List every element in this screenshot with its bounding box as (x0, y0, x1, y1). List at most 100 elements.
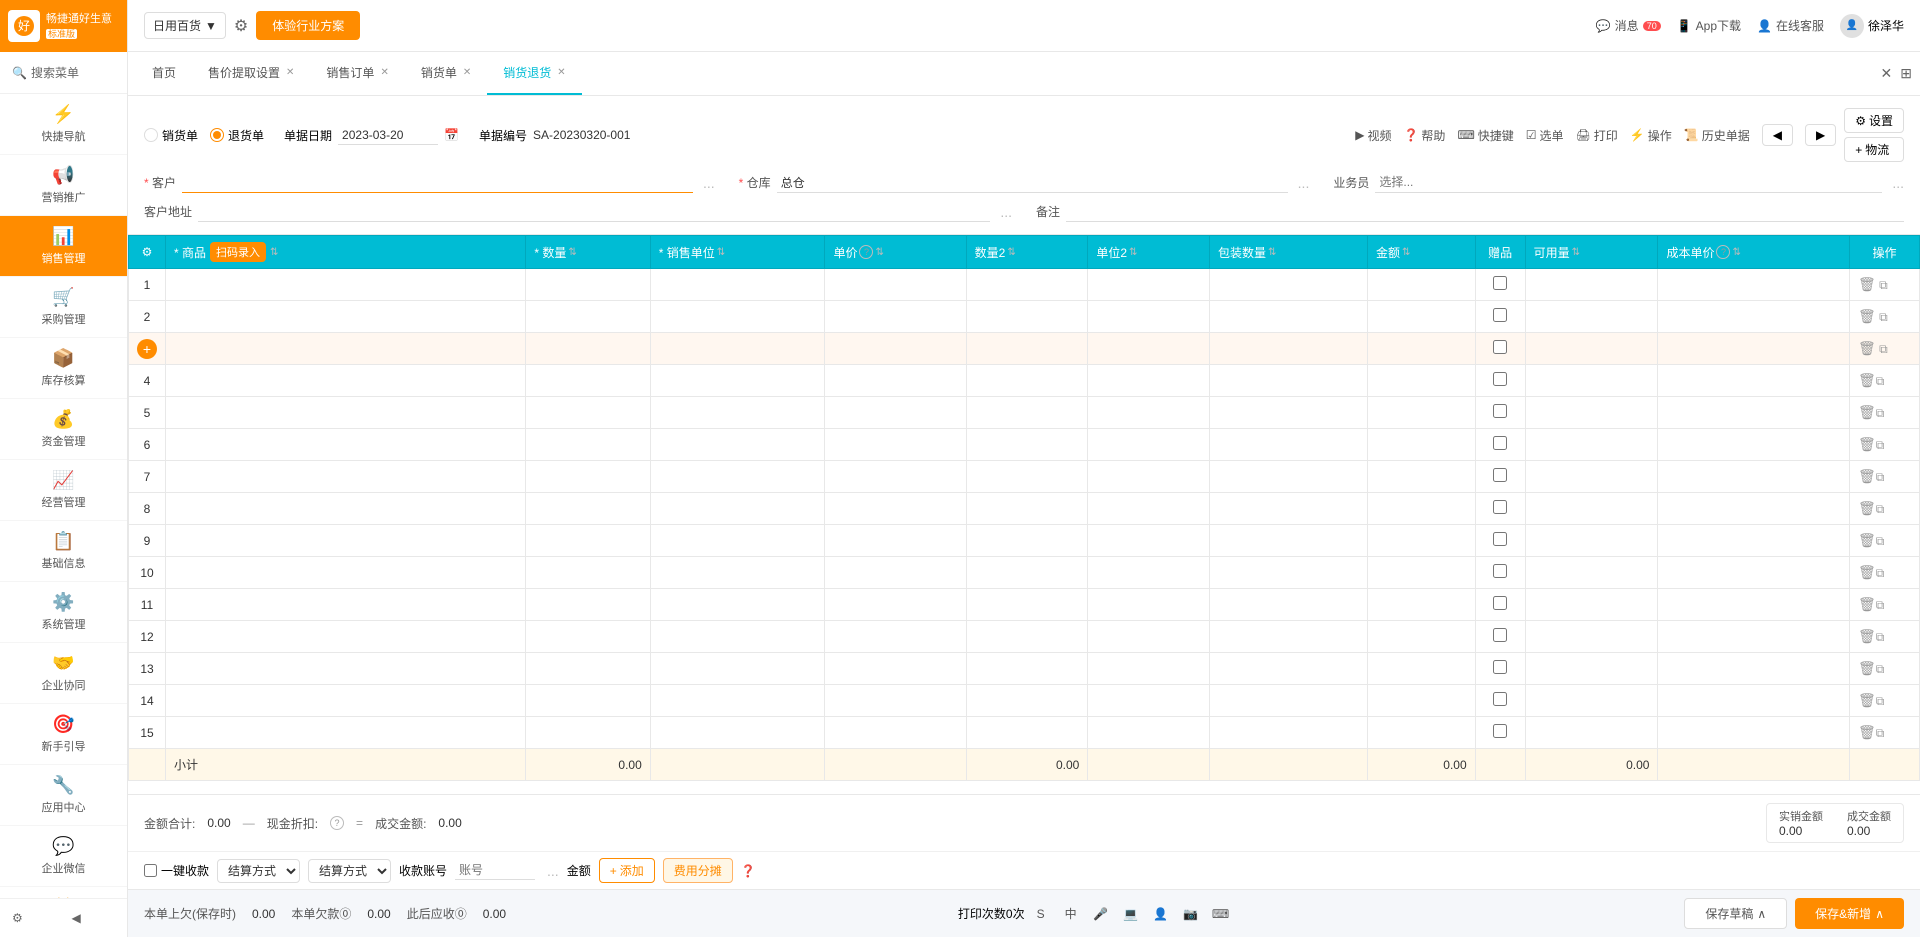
sidebar-item-purchase[interactable]: 🛒 采购管理 (0, 277, 127, 338)
add-row-button[interactable]: + (137, 339, 157, 359)
amount-sort-icon[interactable]: ⇅ (1402, 247, 1410, 258)
footer-icon-5[interactable]: 👤 (1149, 902, 1173, 926)
sidebar-item-guide[interactable]: 🎯 新手引导 (0, 704, 127, 765)
sidebar-search[interactable]: 🔍 搜索菜单 (0, 52, 127, 94)
expand-tab-button[interactable]: ⊞ (1900, 65, 1912, 82)
calendar-icon[interactable]: 📅 (444, 128, 459, 142)
pkg-sort-icon[interactable]: ⇅ (1268, 247, 1276, 258)
account-input[interactable] (455, 861, 535, 880)
copy-row-button[interactable]: ⧉ (1876, 630, 1885, 645)
product-cell[interactable] (166, 589, 526, 621)
product-cell[interactable] (166, 397, 526, 429)
delete-row-button[interactable]: 🗑 (1858, 500, 1876, 517)
tab-home[interactable]: 首页 (136, 52, 192, 95)
product-cell[interactable] (166, 365, 526, 397)
delete-row-button[interactable]: 🗑 (1858, 372, 1876, 389)
collapse-sidebar-button[interactable]: ◀ (68, 907, 120, 929)
copy-row-button[interactable]: ⧉ (1876, 470, 1885, 485)
pkg-qty-cell[interactable] (1209, 301, 1367, 333)
sidebar-item-marketing[interactable]: 📢 营销推广 (0, 155, 127, 216)
available-cell[interactable] (1525, 333, 1658, 365)
account-more-icon[interactable]: ... (547, 863, 559, 879)
tab-sale-price[interactable]: 售价提取设置 ✕ (192, 52, 310, 95)
qty2-cell[interactable] (966, 333, 1088, 365)
search-menu-button[interactable]: 🔍 搜索菜单 (8, 60, 119, 85)
copy-row-button[interactable]: ⧉ (1876, 566, 1885, 581)
price-cell[interactable] (825, 333, 966, 365)
amount-cell[interactable] (1367, 301, 1475, 333)
delete-row-button[interactable]: 🗑 (1858, 724, 1876, 741)
cash-discount-info-icon[interactable]: ? (330, 816, 344, 830)
delete-row-button[interactable]: 🗑 (1858, 404, 1876, 421)
gift-checkbox[interactable] (1493, 468, 1507, 482)
footer-icon-3[interactable]: 🎤 (1089, 902, 1113, 926)
copy-row-button[interactable]: ⧉ (1876, 662, 1885, 677)
sidebar-item-quick-nav[interactable]: ⚡ 快捷导航 (0, 94, 127, 155)
sidebar-item-basic[interactable]: 📋 基础信息 (0, 521, 127, 582)
close-tab-button[interactable]: ✕ (1881, 65, 1893, 82)
scan-button[interactable]: 扫码录入 (210, 242, 266, 262)
price-cell[interactable] (825, 301, 966, 333)
qty2-sort-icon[interactable]: ⇅ (1007, 247, 1015, 258)
product-cell[interactable] (166, 333, 526, 365)
select-toolbar-item[interactable]: ☑ 选单 (1526, 127, 1564, 144)
add-payment-button[interactable]: + 添加 (599, 858, 655, 883)
gift-checkbox[interactable] (1493, 308, 1507, 322)
product-cell[interactable] (166, 301, 526, 333)
gift-checkbox[interactable] (1493, 564, 1507, 578)
operation-toolbar-item[interactable]: ⚡ 操作 (1630, 127, 1672, 144)
sidebar-item-appstore[interactable]: 🔧 应用中心 (0, 765, 127, 826)
messages-button[interactable]: 💬 消息 70 (1596, 17, 1661, 34)
gift-cell[interactable] (1475, 333, 1525, 365)
cost-price-cell[interactable] (1658, 333, 1850, 365)
radio-delivery[interactable]: 销货单 (144, 127, 198, 144)
sidebar-item-sales[interactable]: 📊 销售管理 (0, 216, 127, 277)
expense-split-button[interactable]: 费用分摊 (663, 858, 733, 883)
remark-input[interactable] (1066, 201, 1904, 222)
copy-row-button[interactable]: ⧉ (1876, 406, 1885, 421)
date-input[interactable] (338, 126, 438, 145)
sidebar-item-system[interactable]: ⚙️ 系统管理 (0, 582, 127, 643)
delete-row-button[interactable]: 🗑 (1858, 532, 1876, 549)
address-more-icon[interactable]: ... (1000, 204, 1012, 220)
delete-row-button[interactable]: 🗑 (1858, 468, 1876, 485)
qty2-cell[interactable] (966, 301, 1088, 333)
unit-cell[interactable] (650, 301, 825, 333)
one-click-input[interactable] (144, 864, 157, 877)
footer-icon-6[interactable]: 📷 (1179, 902, 1203, 926)
unit2-cell[interactable] (1088, 301, 1210, 333)
available-cell[interactable] (1525, 269, 1658, 301)
gift-checkbox[interactable] (1493, 372, 1507, 386)
settlement-calc-select[interactable]: 结算方式 (308, 859, 391, 883)
industry-dropdown[interactable]: 日用百货 ▼ (144, 12, 226, 39)
unit2-sort-icon[interactable]: ⇅ (1129, 247, 1137, 258)
price-cell[interactable] (825, 269, 966, 301)
unit2-cell[interactable] (1088, 269, 1210, 301)
logistics-btn[interactable]: + 物流 (1844, 137, 1904, 162)
copy-row-button[interactable]: ⧉ (1876, 534, 1885, 549)
pkg-qty-cell[interactable] (1209, 269, 1367, 301)
copy-row-button[interactable]: ⧉ (1879, 342, 1888, 357)
gift-checkbox[interactable] (1493, 724, 1507, 738)
product-cell[interactable] (166, 621, 526, 653)
save-draft-button[interactable]: 保存草稿 ∧ (1684, 898, 1787, 929)
amount-cell[interactable] (1367, 333, 1475, 365)
qty2-cell[interactable] (966, 269, 1088, 301)
footer-icon-7[interactable]: ⌨ (1209, 902, 1233, 926)
delete-row-button[interactable]: 🗑 (1858, 692, 1876, 709)
unit-sort-icon[interactable]: ⇅ (717, 247, 725, 258)
warehouse-input[interactable] (777, 172, 1288, 193)
sidebar-item-operation[interactable]: 📈 经营管理 (0, 460, 127, 521)
gift-checkbox[interactable] (1493, 404, 1507, 418)
cost-info-icon[interactable]: ? (1716, 245, 1730, 259)
tab-sales-order[interactable]: 销售订单 ✕ (310, 52, 404, 95)
warehouse-more-icon[interactable]: ... (1298, 175, 1310, 191)
tab-close-icon[interactable]: ✕ (380, 67, 388, 78)
available-cell[interactable] (1525, 301, 1658, 333)
product-cell[interactable] (166, 557, 526, 589)
product-cell[interactable] (166, 653, 526, 685)
footer-icon-2[interactable]: 中 (1059, 902, 1083, 926)
tab-close-icon[interactable]: ✕ (463, 67, 471, 78)
product-cell[interactable] (166, 685, 526, 717)
copy-row-button[interactable]: ⧉ (1879, 310, 1888, 325)
